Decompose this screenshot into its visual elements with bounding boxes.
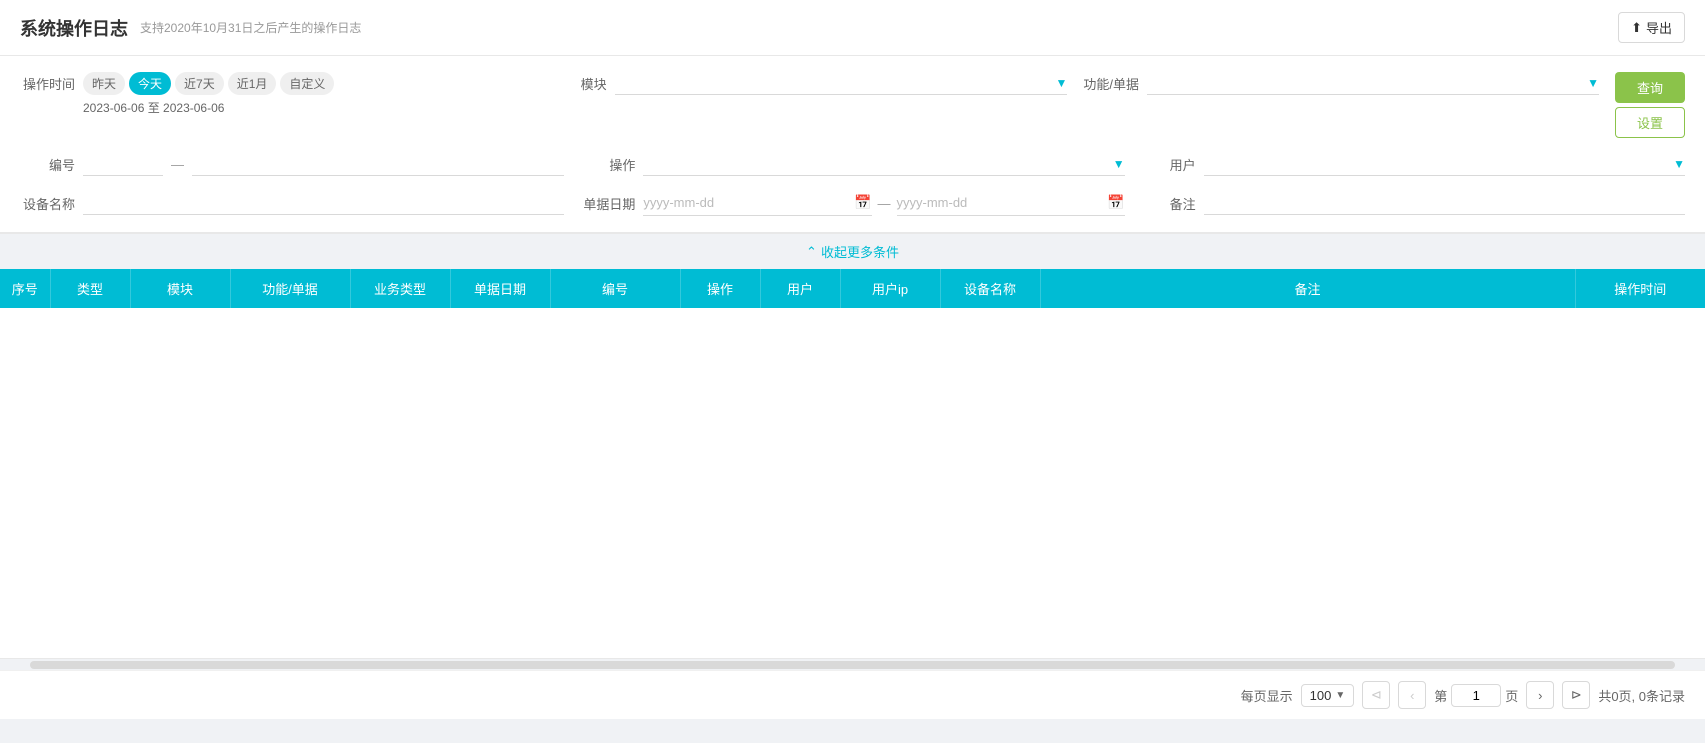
time-shortcuts: 昨天 今天 近7天 近1月 自定义 [83,72,334,95]
module-filter: 模块 ▼ [552,72,1068,95]
col-module: 模块 [130,269,230,308]
func-filter: 功能/单据 ▼ [1083,72,1599,95]
remark-filter: 备注 [1141,191,1685,215]
prev-page-button[interactable]: ‹ [1398,681,1426,709]
code-filter: 编号 — [20,152,564,176]
device-label: 设备名称 [20,194,75,213]
remark-label: 备注 [1141,194,1196,213]
remark-input[interactable] [1204,191,1685,215]
filter-area: 操作时间 昨天 今天 近7天 近1月 自定义 2023-06-06 至 2023… [0,56,1705,233]
filter-row-2: 编号 — 操作 ▼ 用户 ▼ [20,152,1685,176]
filter-row-3: 设备名称 单据日期 yyyy-mm-dd 📅 — yyyy-mm-dd 📅 备注 [20,190,1685,216]
user-label: 用户 [1141,155,1196,174]
filter-row-1: 操作时间 昨天 今天 近7天 近1月 自定义 2023-06-06 至 2023… [20,72,1685,138]
col-device: 设备名称 [940,269,1040,308]
module-chevron-icon: ▼ [1055,76,1067,90]
empty-area [0,308,1705,658]
user-select[interactable]: ▼ [1204,153,1685,176]
module-select[interactable]: ▼ [615,72,1068,95]
shortcut-yesterday[interactable]: 昨天 [83,72,125,95]
date-to-box: yyyy-mm-dd 📅 [897,190,1125,216]
page-size-value: 100 [1310,688,1332,703]
col-voucher-date: 单据日期 [450,269,550,308]
device-filter: 设备名称 [20,191,564,215]
export-label: 导出 [1646,18,1672,37]
total-info: 共0页, 0条记录 [1598,686,1685,705]
action-buttons: 查询 设置 [1615,72,1685,138]
table-area: 序号 类型 模块 功能/单据 业务类型 单据日期 编号 操作 用户 用户ip 设… [0,269,1705,658]
col-code: 编号 [550,269,680,308]
shortcut-custom[interactable]: 自定义 [280,72,334,95]
table-header-row: 序号 类型 模块 功能/单据 业务类型 单据日期 编号 操作 用户 用户ip 设… [0,269,1705,308]
code-label: 编号 [20,155,75,174]
operation-chevron-icon: ▼ [1113,157,1125,171]
user-filter: 用户 ▼ [1141,153,1685,176]
collapse-bar[interactable]: ⌃ 收起更多条件 [0,233,1705,269]
voucher-date-label: 单据日期 [580,194,635,213]
collapse-chevron-icon: ⌃ [806,244,817,260]
page-title: 系统操作日志 [20,15,128,41]
collapse-label: 收起更多条件 [821,242,899,261]
col-user: 用户 [760,269,840,308]
page-header: 系统操作日志 支持2020年10月31日之后产生的操作日志 ⬆ 导出 [0,0,1705,56]
col-user-ip: 用户ip [840,269,940,308]
func-select[interactable]: ▼ [1147,72,1599,95]
page-size-label: 每页显示 [1241,686,1293,705]
operation-filter: 操作 ▼ [580,153,1124,176]
func-chevron-icon: ▼ [1587,76,1599,90]
date-from-placeholder: yyyy-mm-dd [643,195,850,210]
export-button[interactable]: ⬆ 导出 [1618,12,1685,43]
table-header: 序号 类型 模块 功能/单据 业务类型 单据日期 编号 操作 用户 用户ip 设… [0,269,1705,308]
calendar-from-icon[interactable]: 📅 [854,194,871,211]
shortcut-today[interactable]: 今天 [129,72,171,95]
last-page-button[interactable]: ⊳ [1562,681,1590,709]
operation-label: 操作 [580,155,635,174]
page-input-area: 第 页 [1434,684,1518,707]
query-button[interactable]: 查询 [1615,72,1685,103]
page-size-select[interactable]: 100 ▼ [1301,684,1355,707]
first-page-button[interactable]: ⊲ [1362,681,1390,709]
voucher-date-range: yyyy-mm-dd 📅 — yyyy-mm-dd 📅 [643,190,1124,216]
page-subtitle: 支持2020年10月31日之后产生的操作日志 [140,19,361,36]
col-seq: 序号 [0,269,50,308]
scrollbar-area[interactable] [0,658,1705,670]
page-label: 第 [1434,686,1447,705]
op-time-filter: 操作时间 昨天 今天 近7天 近1月 自定义 2023-06-06 至 2023… [20,72,536,116]
date-from-box: yyyy-mm-dd 📅 [643,190,871,216]
user-chevron-icon: ▼ [1673,157,1685,171]
calendar-to-icon[interactable]: 📅 [1107,194,1124,211]
scrollbar-track [30,661,1675,669]
col-func: 功能/单据 [230,269,350,308]
pagination-bar: 每页显示 100 ▼ ⊲ ‹ 第 页 › ⊳ 共0页, 0条记录 [0,670,1705,719]
func-label: 功能/单据 [1083,74,1139,93]
col-type: 类型 [50,269,130,308]
data-table: 序号 类型 模块 功能/单据 业务类型 单据日期 编号 操作 用户 用户ip 设… [0,269,1705,308]
col-remark: 备注 [1040,269,1575,308]
page-unit: 页 [1505,686,1518,705]
code-dash: — [171,157,184,172]
next-page-button[interactable]: › [1526,681,1554,709]
col-biz-type: 业务类型 [350,269,450,308]
operation-select[interactable]: ▼ [643,153,1124,176]
time-range-text: 2023-06-06 至 2023-06-06 [83,101,224,115]
module-label: 模块 [552,74,607,93]
date-to-placeholder: yyyy-mm-dd [897,195,1104,210]
voucher-date-filter: 单据日期 yyyy-mm-dd 📅 — yyyy-mm-dd 📅 [580,190,1124,216]
page-number-input[interactable] [1451,684,1501,707]
shortcut-1month[interactable]: 近1月 [228,72,277,95]
settings-button[interactable]: 设置 [1615,107,1685,138]
title-area: 系统操作日志 支持2020年10月31日之后产生的操作日志 [20,15,361,41]
code-input-from[interactable] [83,152,163,176]
device-input[interactable] [83,191,564,215]
op-time-label: 操作时间 [20,74,75,93]
col-op-time: 操作时间 [1575,269,1705,308]
date-dash: — [878,196,891,211]
col-operation: 操作 [680,269,760,308]
page-size-chevron-icon: ▼ [1335,690,1345,701]
export-icon: ⬆ [1631,20,1642,36]
code-input-to[interactable] [192,152,564,176]
shortcut-7days[interactable]: 近7天 [175,72,224,95]
